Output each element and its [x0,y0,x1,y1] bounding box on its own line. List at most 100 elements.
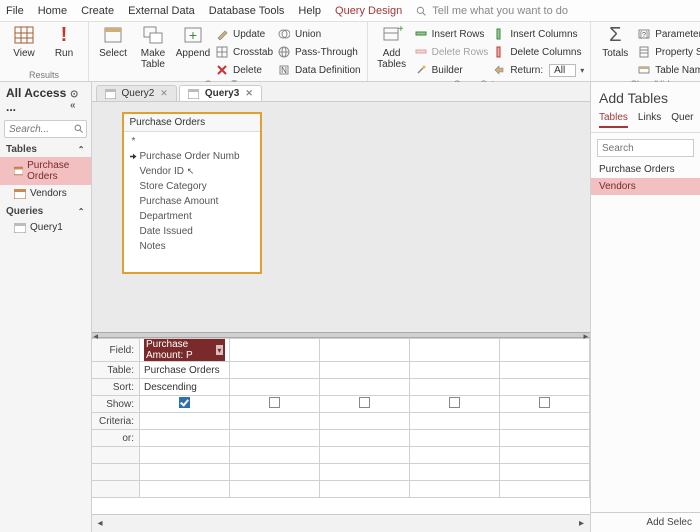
checkbox-icon[interactable] [539,397,550,408]
nav-collapse-icon[interactable]: ⊙ « [70,89,85,111]
grid-cell[interactable] [230,447,320,464]
grid-cell[interactable] [410,464,500,481]
grid-cell[interactable] [320,447,410,464]
field-item[interactable]: Notes [130,239,254,254]
nav-item-vendors[interactable]: Vendors [0,185,91,202]
grid-show-cell[interactable] [410,396,500,413]
parameters-button[interactable]: [?]Parameters [637,26,700,42]
grid-cell[interactable] [500,430,590,447]
grid-cell[interactable] [230,339,320,362]
grid-cell[interactable] [140,447,230,464]
grid-cell[interactable] [410,447,500,464]
tab-query2[interactable]: Query2✕ [96,85,177,101]
grid-cell[interactable] [500,447,590,464]
grid-cell[interactable] [230,481,320,498]
grid-cell[interactable] [500,379,590,396]
delete-button[interactable]: Delete [215,62,273,78]
tab-query3[interactable]: Query3✕ [179,85,262,101]
return-control[interactable]: Return:All▾ [492,62,584,78]
grid-cell[interactable] [320,339,410,362]
run-button[interactable]: ! Run [46,24,82,59]
qbe-grid[interactable]: Field: Purchase Amount: P▾ Table: Purcha… [92,338,591,514]
nav-item-purchaseorders[interactable]: Purchase Orders [0,157,91,185]
scroll-left-icon[interactable]: ◂ [98,518,103,529]
chevron-down-icon[interactable]: ▾ [216,345,223,355]
field-star[interactable]: * [130,136,254,149]
field-item[interactable]: Store Category [130,179,254,194]
scroll-right-icon[interactable]: ▸ [583,331,588,342]
tablenames-button[interactable]: Table Nam [637,62,700,78]
design-surface[interactable]: Purchase Orders * Purchase Order Numb Ve… [92,102,591,332]
grid-cell[interactable] [230,464,320,481]
grid-cell[interactable] [410,379,500,396]
grid-field-cell[interactable]: Purchase Amount: P▾ [140,339,230,362]
scroll-right-icon[interactable]: ▸ [579,518,584,529]
splitter[interactable]: ◂ ▸ [92,332,591,338]
scroll-left-icon[interactable]: ◂ [94,331,99,342]
menu-externaldata[interactable]: External Data [128,5,195,17]
add-tables-search[interactable] [597,139,694,157]
grid-cell[interactable] [500,481,590,498]
grid-cell[interactable] [500,339,590,362]
nav-search[interactable] [4,120,87,138]
grid-cell[interactable] [140,413,230,430]
add-tables-item[interactable]: Vendors [591,178,700,195]
table-window-purchaseorders[interactable]: Purchase Orders * Purchase Order Numb Ve… [122,112,262,274]
grid-cell[interactable] [320,362,410,379]
menu-create[interactable]: Create [81,5,114,17]
nav-group-tables[interactable]: Tables⌃ [0,140,91,157]
checkbox-icon[interactable] [179,397,190,408]
maketable-button[interactable]: Make Table [135,24,171,70]
grid-cell[interactable] [320,413,410,430]
nav-group-queries[interactable]: Queries⌃ [0,202,91,219]
grid-cell[interactable] [140,464,230,481]
menu-dbtools[interactable]: Database Tools [209,5,285,17]
grid-cell[interactable] [140,481,230,498]
grid-cell[interactable] [230,413,320,430]
update-button[interactable]: Update [215,26,273,42]
field-item[interactable]: Purchase Order Numb [130,149,254,164]
grid-cell[interactable] [410,481,500,498]
add-tables-item[interactable]: Purchase Orders [591,161,700,178]
checkbox-icon[interactable] [449,397,460,408]
grid-show-cell[interactable] [140,396,230,413]
grid-cell[interactable] [320,481,410,498]
grid-cell[interactable] [230,362,320,379]
addtables-button[interactable]: + Add Tables [374,24,410,70]
checkbox-icon[interactable] [269,397,280,408]
totals-button[interactable]: Σ Totals [597,24,633,59]
nav-item-query1[interactable]: Query1 [0,219,91,236]
grid-cell[interactable] [410,339,500,362]
add-selected-button[interactable]: Add Selec [591,512,700,532]
grid-show-cell[interactable] [500,396,590,413]
field-item[interactable]: Department [130,209,254,224]
rtab-links[interactable]: Links [638,112,661,128]
passthrough-button[interactable]: Pass-Through [277,44,361,60]
grid-cell[interactable] [230,430,320,447]
insertcols-button[interactable]: Insert Columns [492,26,584,42]
grid-cell[interactable] [410,430,500,447]
grid-cell[interactable] [230,379,320,396]
insertrows-button[interactable]: Insert Rows [414,26,489,42]
menu-querydesign[interactable]: Query Design [335,5,402,17]
add-tables-search-input[interactable] [597,139,694,157]
field-item[interactable]: Vendor ID ↖ [130,164,254,179]
nav-header[interactable]: All Access ... ⊙ « [0,82,91,118]
grid-cell[interactable] [500,362,590,379]
field-item[interactable]: Purchase Amount [130,194,254,209]
crosstab-button[interactable]: Crosstab [215,44,273,60]
select-button[interactable]: Select [95,24,131,59]
datadef-button[interactable]: NData Definition [277,62,361,78]
builder-button[interactable]: Builder [414,62,489,78]
union-button[interactable]: Union [277,26,361,42]
menu-help[interactable]: Help [298,5,321,17]
grid-cell[interactable] [140,430,230,447]
grid-cell[interactable] [320,464,410,481]
close-icon[interactable]: ✕ [160,88,168,99]
deletecols-button[interactable]: Delete Columns [492,44,584,60]
grid-cell[interactable] [500,464,590,481]
close-icon[interactable]: ✕ [245,88,253,99]
grid-scrollbar[interactable]: ◂ ▸ [92,514,591,532]
grid-cell[interactable] [320,379,410,396]
field-item[interactable]: Date Issued [130,224,254,239]
